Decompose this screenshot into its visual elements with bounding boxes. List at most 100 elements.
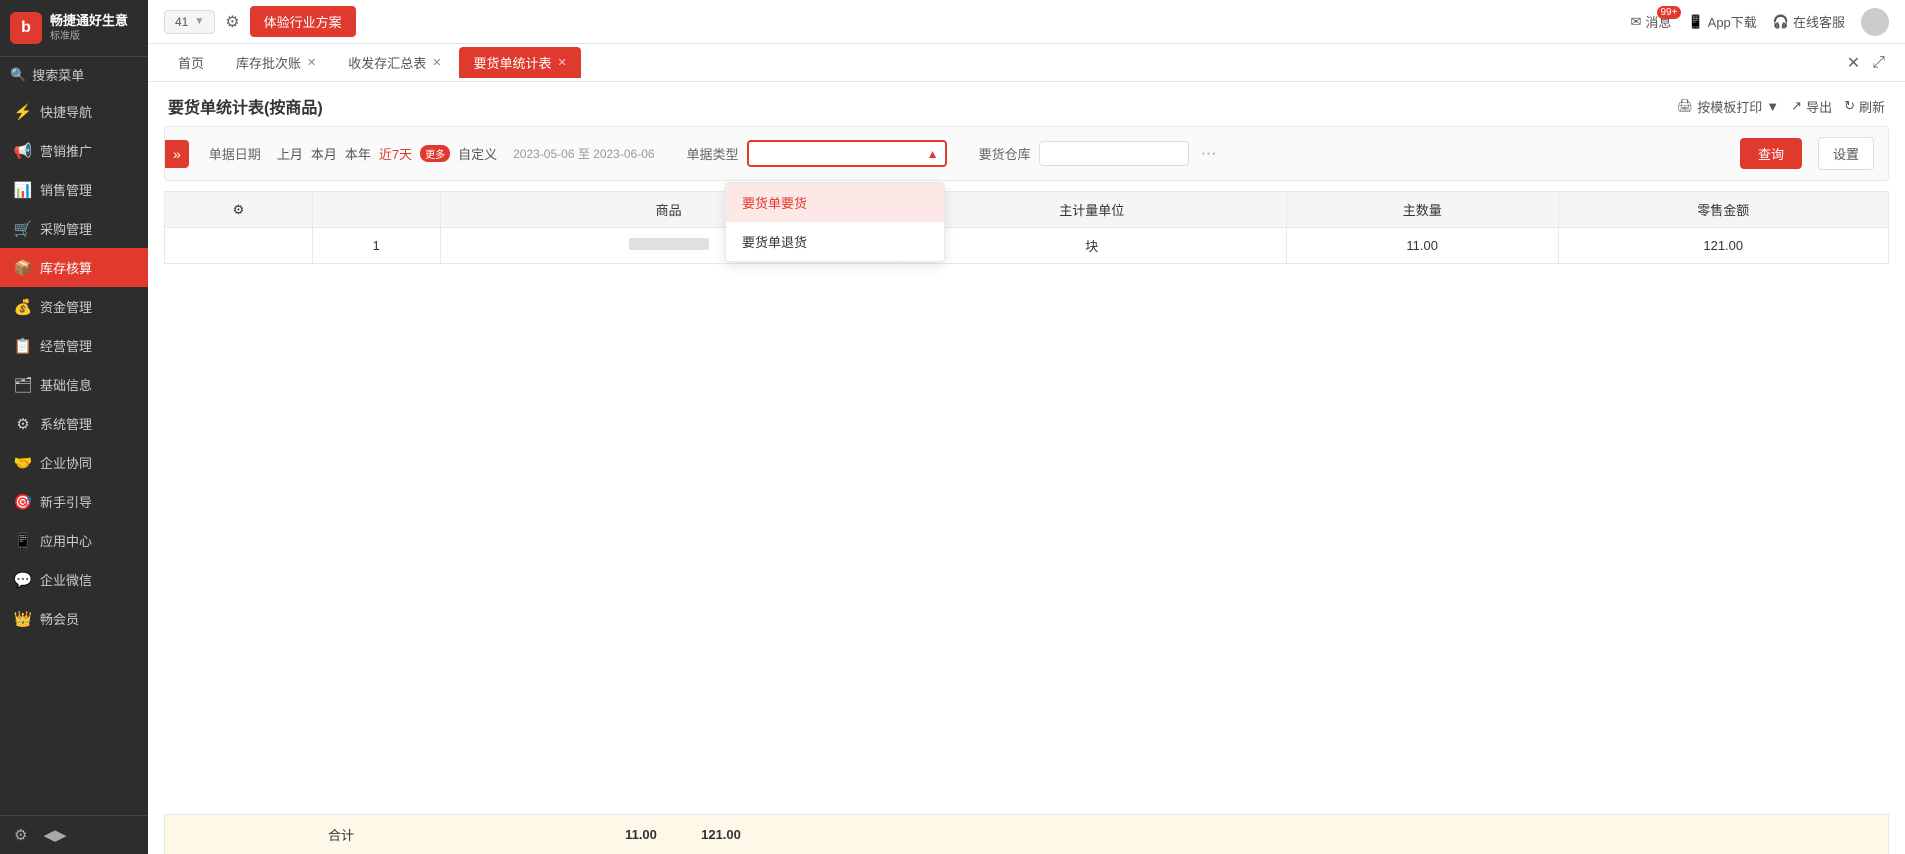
tab-close-receivable-summary[interactable]: ✕ bbox=[432, 56, 441, 69]
row-settings[interactable] bbox=[165, 228, 313, 264]
type-input[interactable] bbox=[747, 140, 947, 167]
sidebar-item-system[interactable]: ⚙系统管理 bbox=[0, 404, 148, 443]
row-qty: 11.00 bbox=[1286, 228, 1558, 264]
tab-order-summary[interactable]: 要货单统计表 ✕ bbox=[459, 47, 580, 78]
sidebar-item-enterprise[interactable]: 🤝企业协同 bbox=[0, 443, 148, 482]
warehouse-input[interactable] bbox=[1039, 141, 1189, 166]
this-year-shortcut[interactable]: 本年 bbox=[345, 144, 371, 163]
row-amount: 121.00 bbox=[1558, 228, 1889, 264]
warehouse-section: 要货仓库 ··· bbox=[979, 141, 1217, 166]
app-download-button[interactable]: 📱 App下载 bbox=[1687, 12, 1756, 31]
tab-receivable-summary[interactable]: 收发存汇总表 ✕ bbox=[334, 47, 455, 78]
wechat-icon: 💬 bbox=[14, 571, 32, 589]
sidebar-item-finance[interactable]: 💰资金管理 bbox=[0, 287, 148, 326]
sidebar-item-operations[interactable]: 📋经营管理 bbox=[0, 326, 148, 365]
settings-button[interactable]: 设置 bbox=[1818, 137, 1874, 170]
print-arrow-icon: ▼ bbox=[1766, 99, 1779, 114]
filter-row: » 单据日期 上月 本月 本年 近7天 更多 自定义 2023-05-06 至 … bbox=[164, 126, 1889, 181]
tab-fullscreen-icon[interactable]: ⤢ bbox=[1868, 52, 1889, 74]
header-right: ✉ 消息 99+ 📱 App下载 🎧 在线客服 bbox=[1631, 8, 1889, 36]
search-menu[interactable]: 🔍 搜索菜单 bbox=[0, 57, 148, 92]
sidebar-item-basics[interactable]: 🗂基础信息 bbox=[0, 365, 148, 404]
tab-close-batch-account[interactable]: ✕ bbox=[307, 56, 316, 69]
sidebar-item-member[interactable]: 👑畅会员 bbox=[0, 599, 148, 638]
tab-close-all-icon[interactable]: ✕ bbox=[1843, 51, 1864, 75]
refresh-icon: ↻ bbox=[1844, 98, 1855, 114]
purchase-icon: 🛒 bbox=[14, 220, 32, 238]
more-filter-icon[interactable]: ··· bbox=[1201, 145, 1217, 163]
online-service-button[interactable]: 🎧 在线客服 bbox=[1773, 12, 1845, 31]
type-dropdown: 要货单要货要货单退货 bbox=[725, 182, 945, 262]
col-header-settings[interactable]: ⚙ bbox=[165, 192, 313, 228]
custom-shortcut[interactable]: 自定义 bbox=[458, 144, 497, 163]
last-month-shortcut[interactable]: 上月 bbox=[277, 144, 303, 163]
sidebar-item-wechat[interactable]: 💬 企业微信 bbox=[0, 560, 148, 599]
message-button[interactable]: ✉ 消息 99+ bbox=[1631, 12, 1672, 31]
sidebar: b 畅捷通好生意 标准版 🔍 搜索菜单 ⚡快捷导航 📢 营销推广 📊 销售管理 🛒采购管理… bbox=[0, 0, 148, 854]
header-gear-icon[interactable]: ⚙ bbox=[225, 12, 239, 32]
footer-qty-value: 11.00 bbox=[601, 827, 681, 842]
tab-close-order-summary[interactable]: ✕ bbox=[558, 56, 567, 69]
store-selector[interactable]: 41 ▼ bbox=[164, 10, 215, 34]
user-avatar[interactable] bbox=[1861, 8, 1889, 36]
sidebar-item-sales[interactable]: 📊 销售管理 bbox=[0, 170, 148, 209]
headset-icon: 🎧 bbox=[1773, 14, 1789, 30]
sidebar-logo: b 畅捷通好生意 标准版 bbox=[0, 0, 148, 57]
trial-button[interactable]: 体验行业方案 bbox=[250, 6, 356, 37]
logo-icon: b bbox=[10, 12, 42, 44]
type-input-wrapper: ▲ bbox=[747, 140, 947, 167]
sales-icon: 📊 bbox=[14, 181, 32, 199]
inventory-icon: 📦 bbox=[14, 259, 32, 277]
page-actions: 🖨 按模板打印 ▼ ↗ 导出 ↻ 刷新 bbox=[1677, 97, 1885, 116]
top-header: 41 ▼ ⚙ 体验行业方案 ✉ 消息 99+ 📱 App下载 🎧 在线客服 bbox=[148, 0, 1905, 44]
footer-total-label: 合计 bbox=[181, 825, 501, 844]
last-7days-shortcut[interactable]: 近7天 bbox=[379, 144, 412, 163]
marketing-icon: 📢 bbox=[14, 142, 32, 160]
sidebar-item-marketing[interactable]: 📢 营销推广 bbox=[0, 131, 148, 170]
tab-label-batch-account: 库存批次账 bbox=[236, 53, 301, 72]
more-date-badge[interactable]: 更多 bbox=[420, 145, 450, 162]
col-header-qty: 主数量 bbox=[1286, 192, 1558, 228]
filter-type-section: 单据类型 ▲ bbox=[687, 140, 947, 167]
message-icon: ✉ bbox=[1631, 14, 1642, 30]
col-header-amount: 零售金额 bbox=[1558, 192, 1889, 228]
filter-expand-button[interactable]: » bbox=[165, 140, 189, 168]
sidebar-label-sales: 销售管理 bbox=[40, 180, 92, 199]
row-unit: 块 bbox=[897, 228, 1286, 264]
tab-batch-account[interactable]: 库存批次账 ✕ bbox=[222, 47, 330, 78]
member-icon: 👑 bbox=[14, 610, 32, 628]
date-range-text: 2023-05-06 至 2023-06-06 bbox=[513, 145, 654, 162]
tabs-controls: ✕⤢ bbox=[1843, 51, 1889, 75]
tab-home[interactable]: 首页 bbox=[164, 47, 218, 78]
phone-icon: 📱 bbox=[1687, 14, 1703, 30]
collapse-icon[interactable]: ◀▶ bbox=[43, 826, 66, 844]
sidebar-label-marketing: 营销推广 bbox=[40, 141, 92, 160]
dropdown-item-order[interactable]: 要货单要货 bbox=[726, 183, 944, 222]
print-template-button[interactable]: 🖨 按模板打印 ▼ bbox=[1677, 97, 1779, 116]
export-button[interactable]: ↗ 导出 bbox=[1791, 97, 1832, 116]
table-row: 1 块11.00121.00 bbox=[165, 228, 1889, 264]
sidebar-item-inventory[interactable]: 📦库存核算 bbox=[0, 248, 148, 287]
col-header-unit: 主计量单位 bbox=[897, 192, 1286, 228]
main-area: 41 ▼ ⚙ 体验行业方案 ✉ 消息 99+ 📱 App下载 🎧 在线客服 首 bbox=[148, 0, 1905, 854]
this-month-shortcut[interactable]: 本月 bbox=[311, 144, 337, 163]
tab-label-home: 首页 bbox=[178, 53, 204, 72]
sidebar-label-wechat: 企业微信 bbox=[40, 570, 92, 589]
sidebar-label-system: 系统管理 bbox=[40, 414, 92, 433]
sidebar-item-guide[interactable]: 🎯新手引导 bbox=[0, 482, 148, 521]
table-footer: 合计 11.00 121.00 bbox=[164, 814, 1889, 854]
row-index: 1 bbox=[312, 228, 440, 264]
sidebar-label-basics: 基础信息 bbox=[40, 375, 92, 394]
sidebar-item-quick-nav[interactable]: ⚡快捷导航 bbox=[0, 92, 148, 131]
dropdown-item-return[interactable]: 要货单退货 bbox=[726, 222, 944, 261]
page-title-bar: 要货单统计表(按商品) 🖨 按模板打印 ▼ ↗ 导出 ↻ 刷新 bbox=[148, 82, 1905, 126]
tab-label-order-summary: 要货单统计表 bbox=[473, 53, 551, 72]
sidebar-label-operations: 经营管理 bbox=[40, 336, 92, 355]
tabs-bar: 首页库存批次账 ✕收发存汇总表 ✕要货单统计表 ✕✕⤢ bbox=[148, 44, 1905, 82]
refresh-button[interactable]: ↻ 刷新 bbox=[1844, 97, 1885, 116]
sidebar-item-apps[interactable]: 📱应用中心 bbox=[0, 521, 148, 560]
query-button[interactable]: 查询 bbox=[1740, 138, 1802, 169]
settings-bottom-icon[interactable]: ⚙ bbox=[14, 826, 27, 844]
sidebar-item-purchase[interactable]: 🛒采购管理 bbox=[0, 209, 148, 248]
sidebar-label-finance: 资金管理 bbox=[40, 297, 92, 316]
